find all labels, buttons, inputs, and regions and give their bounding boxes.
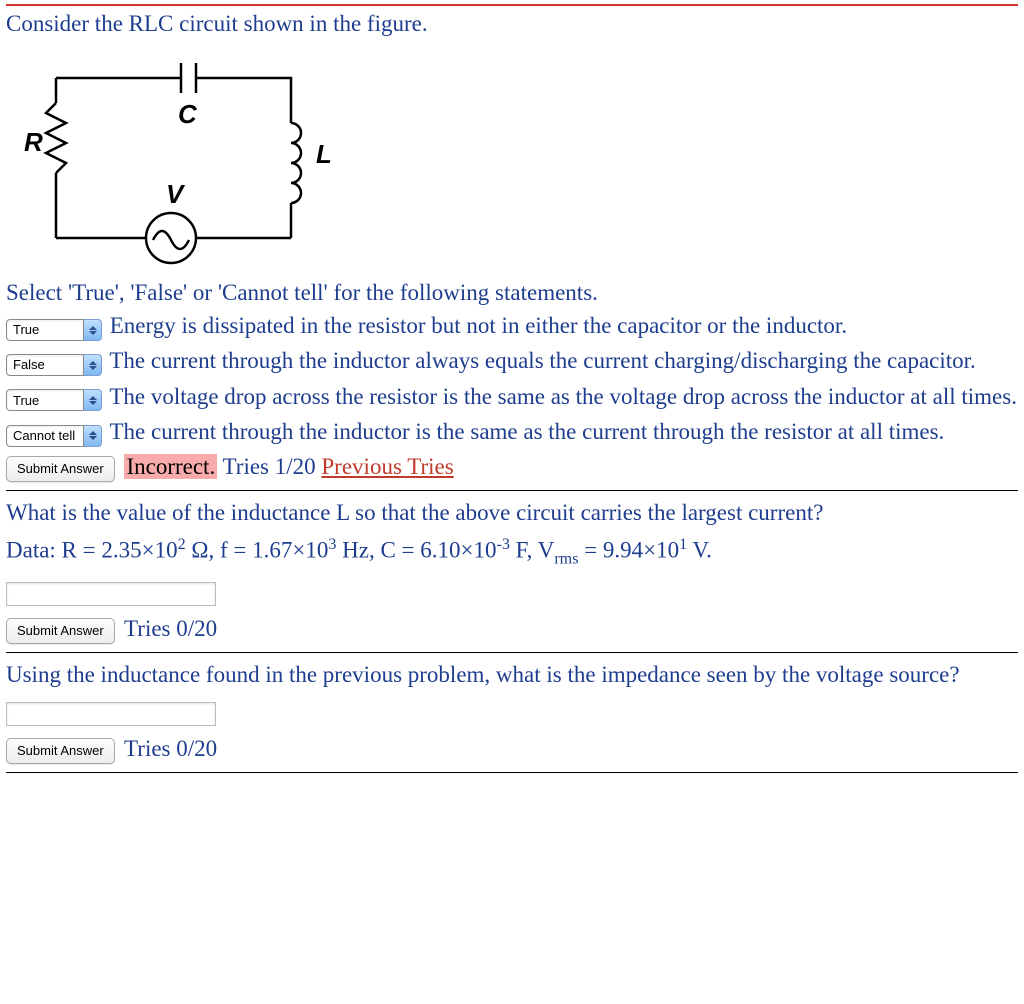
separator [6, 772, 1018, 773]
tries-text: Tries 1/20 Previous Tries [223, 454, 454, 479]
q3-prompt: Using the inductance found in the previo… [6, 659, 1018, 690]
statement-text: The current through the inductor always … [109, 348, 975, 373]
label-r: R [24, 127, 43, 157]
select-value: True [6, 319, 84, 341]
submit-button-1[interactable]: Submit Answer [6, 456, 115, 482]
circuit-diagram: R C L V [16, 43, 336, 273]
updown-icon [84, 389, 102, 411]
statement-text: The voltage drop across the resistor is … [109, 384, 1017, 409]
label-c: C [178, 99, 198, 129]
separator [6, 652, 1018, 653]
q2-prompt: What is the value of the inductance L so… [6, 497, 1018, 528]
statement-row: True The voltage drop across the resisto… [6, 381, 1018, 414]
submit-button-3[interactable]: Submit Answer [6, 738, 115, 764]
select-value: Cannot tell [6, 425, 84, 447]
statement-row: False The current through the inductor a… [6, 345, 1018, 378]
tries-text-q3: Tries 0/20 [124, 736, 217, 761]
submit-button-2[interactable]: Submit Answer [6, 618, 115, 644]
answer-input-q2[interactable] [6, 582, 216, 606]
updown-icon [84, 319, 102, 341]
statement-text: Energy is dissipated in the resistor but… [110, 313, 847, 338]
statement-row: Cannot tell The current through the indu… [6, 416, 1018, 449]
select-value: True [6, 389, 84, 411]
separator [6, 490, 1018, 491]
instruction-text: Select 'True', 'False' or 'Cannot tell' … [6, 277, 1018, 308]
answer-input-q3[interactable] [6, 702, 216, 726]
label-v: V [166, 179, 186, 209]
feedback-status: Incorrect. [124, 454, 217, 479]
updown-icon [84, 425, 102, 447]
updown-icon [84, 354, 102, 376]
tf-select-4[interactable]: Cannot tell [6, 425, 102, 447]
select-value: False [6, 354, 84, 376]
tf-select-1[interactable]: True [6, 319, 102, 341]
top-red-line [6, 4, 1018, 6]
label-l: L [316, 139, 332, 169]
tf-select-3[interactable]: True [6, 389, 102, 411]
tries-text-q2: Tries 0/20 [124, 616, 217, 641]
statement-text: The current through the inductor is the … [110, 419, 945, 444]
statement-row: True Energy is dissipated in the resisto… [6, 310, 1018, 343]
intro-text: Consider the RLC circuit shown in the fi… [6, 8, 1018, 39]
q2-data: Data: R = 2.35×102 Ω, f = 1.67×103 Hz, C… [6, 534, 1018, 570]
previous-tries-link[interactable]: Previous Tries [321, 454, 453, 479]
tf-select-2[interactable]: False [6, 354, 102, 376]
